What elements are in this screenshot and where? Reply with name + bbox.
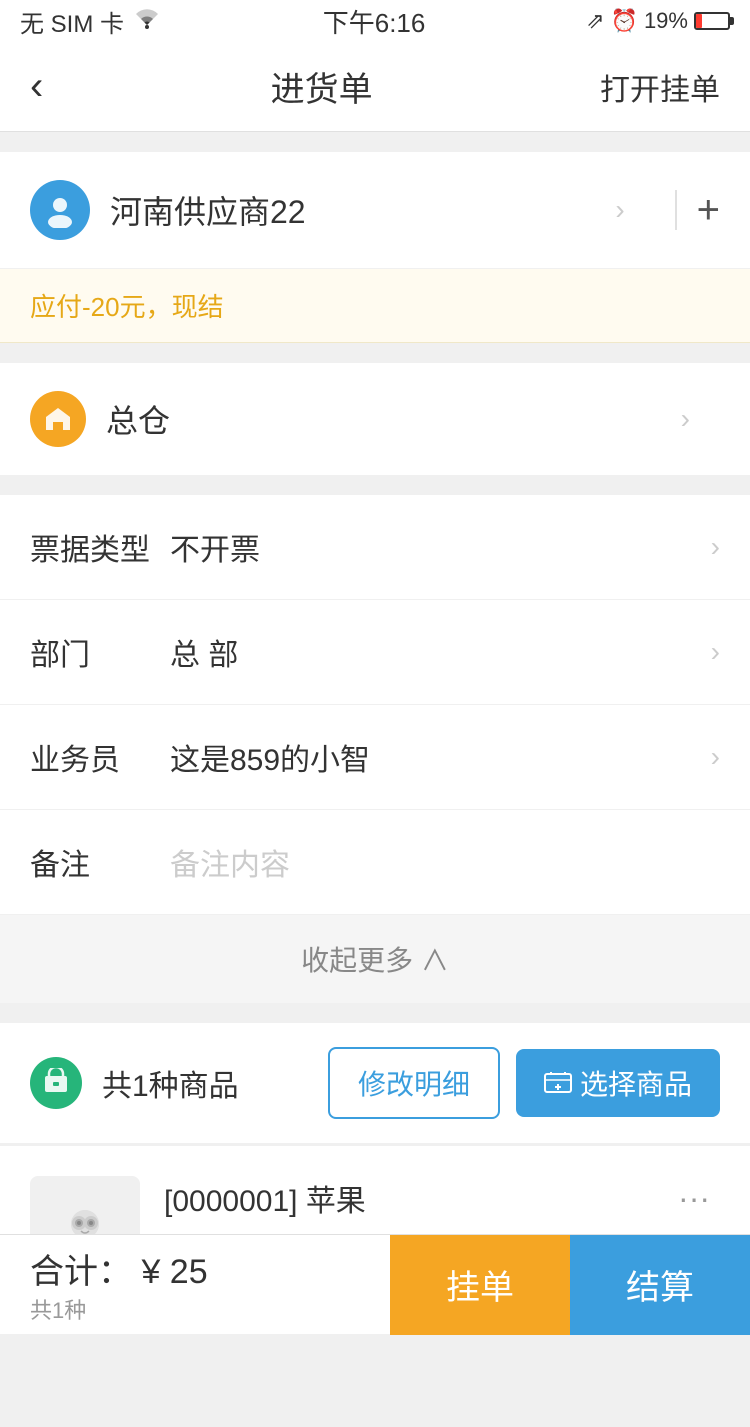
sales-chevron-icon: › <box>711 741 720 773</box>
total-label: 合计： <box>30 1253 132 1291</box>
carrier-text: 无 SIM 卡 <box>20 4 124 39</box>
gap-4 <box>0 1003 750 1023</box>
select-product-button[interactable]: 选择商品 <box>516 1049 720 1117</box>
supplier-row[interactable]: 河南供应商22 › + <box>0 152 750 269</box>
wifi-icon <box>132 7 162 36</box>
products-header: 共1种商品 修改明细 选择商品 <box>0 1023 750 1144</box>
edit-details-button[interactable]: 修改明细 <box>328 1047 500 1119</box>
product-code: [0000001] <box>164 1185 297 1218</box>
battery-icon <box>694 12 730 30</box>
sales-value: 这是859的小智 <box>160 735 711 779</box>
back-button[interactable]: ‹ <box>30 64 43 109</box>
invoice-label: 票据类型 <box>30 525 160 569</box>
open-hang-button[interactable]: 打开挂单 <box>600 65 720 109</box>
gap-3 <box>0 475 750 495</box>
gap-1 <box>0 132 750 152</box>
total-count: 共1种 <box>30 1293 360 1325</box>
battery-percent: 19% <box>644 8 688 34</box>
dept-chevron-icon: › <box>711 636 720 668</box>
status-right: ⇗ ⏰ 19% <box>586 8 730 34</box>
supplier-chevron-icon: › <box>615 194 624 226</box>
status-bar: 无 SIM 卡 下午6:16 ⇗ ⏰ 19% <box>0 0 750 42</box>
total-section: 合计： ¥ 25 共1种 <box>0 1244 390 1325</box>
gap-2 <box>0 343 750 363</box>
product-name: [0000001] 苹果 <box>164 1176 668 1220</box>
products-count: 共1种商品 <box>102 1061 328 1105</box>
collapse-button[interactable]: 收起更多 ∧ <box>0 915 750 1003</box>
supplier-avatar <box>30 180 90 240</box>
supplier-card: 河南供应商22 › + 应付-20元，现结 <box>0 152 750 343</box>
supplier-name: 河南供应商22 <box>110 187 615 233</box>
product-title: 苹果 <box>306 1185 366 1218</box>
location-icon: ⇗ <box>586 8 604 34</box>
warehouse-chevron-icon: › <box>681 403 690 435</box>
add-button[interactable]: + <box>697 188 720 233</box>
product-more-button[interactable]: ··· <box>668 1176 720 1221</box>
checkout-button[interactable]: 结算 <box>570 1235 750 1335</box>
remark-input[interactable]: 备注内容 <box>160 840 720 884</box>
alarm-icon: ⏰ <box>611 8 638 34</box>
nav-bar: ‹ 进货单 打开挂单 <box>0 42 750 132</box>
sales-label: 业务员 <box>30 735 160 779</box>
dept-label: 部门 <box>30 630 160 674</box>
invoice-chevron-icon: › <box>711 531 720 563</box>
remark-row[interactable]: 备注 备注内容 <box>0 810 750 915</box>
warehouse-name: 总仓 <box>106 396 681 442</box>
products-icon <box>30 1057 82 1109</box>
invoice-value: 不开票 <box>160 525 711 569</box>
select-product-label: 选择商品 <box>580 1063 692 1103</box>
invoice-row[interactable]: 票据类型 不开票 › <box>0 495 750 600</box>
warehouse-row[interactable]: 总仓 › <box>0 363 750 475</box>
status-left: 无 SIM 卡 <box>20 4 162 39</box>
hang-button[interactable]: 挂单 <box>390 1235 570 1335</box>
bottom-bar: 合计： ¥ 25 共1种 挂单 结算 <box>0 1234 750 1334</box>
total-amount: 合计： ¥ 25 <box>30 1244 360 1293</box>
remark-label: 备注 <box>30 840 160 884</box>
total-value: ¥ 25 <box>141 1253 207 1291</box>
warning-text: 应付-20元，现结 <box>30 292 224 322</box>
dept-row[interactable]: 部门 总 部 › <box>0 600 750 705</box>
form-card: 票据类型 不开票 › 部门 总 部 › 业务员 这是859的小智 › 备注 备注… <box>0 495 750 915</box>
warehouse-icon <box>30 391 86 447</box>
page-title: 进货单 <box>271 62 373 111</box>
warning-bar: 应付-20元，现结 <box>0 269 750 343</box>
dept-value: 总 部 <box>160 630 711 674</box>
status-time: 下午6:16 <box>323 3 426 40</box>
collapse-label: 收起更多 ∧ <box>301 945 449 976</box>
sales-row[interactable]: 业务员 这是859的小智 › <box>0 705 750 810</box>
supplier-divider <box>675 190 677 230</box>
warehouse-card: 总仓 › <box>0 363 750 475</box>
